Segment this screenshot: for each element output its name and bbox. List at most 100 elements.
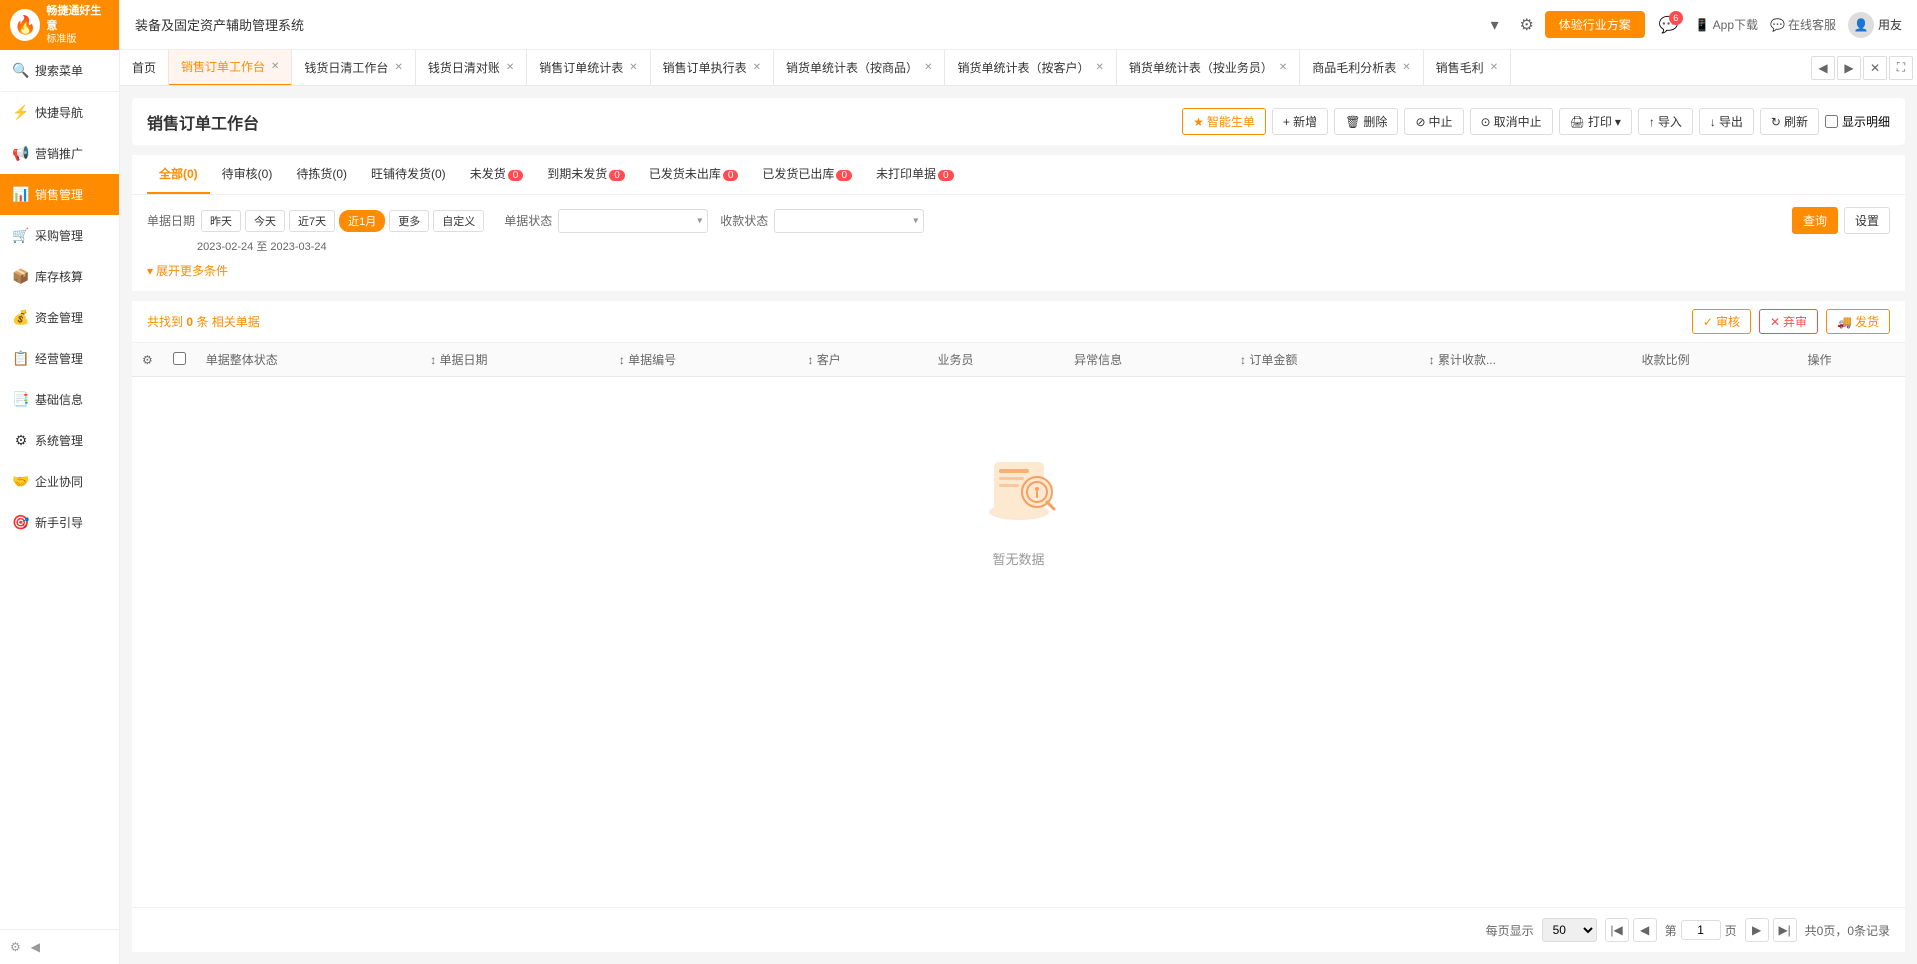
tab-sales-margin[interactable]: 销售毛利 ✕: [1424, 50, 1511, 86]
status-select[interactable]: [558, 209, 708, 233]
filter-settings-btn[interactable]: 设置: [1844, 207, 1890, 234]
date-yesterday-btn[interactable]: 昨天: [201, 210, 241, 232]
online-service-btn[interactable]: 💬 在线客服: [1770, 11, 1836, 39]
add-btn[interactable]: + 新增: [1272, 108, 1328, 135]
filter-tab-unprinted[interactable]: 未打印单据0: [864, 155, 966, 194]
tab-close-icon[interactable]: ✕: [924, 62, 932, 73]
tab-sales-order-workbench[interactable]: 销售订单工作台 ✕: [169, 50, 292, 86]
import-btn[interactable]: ↑ 导入: [1638, 108, 1693, 135]
tab-customer-stats[interactable]: 销货单统计表（按客户） ✕: [945, 50, 1116, 86]
truck-icon: 🚚: [1837, 315, 1852, 329]
page-input[interactable]: [1681, 920, 1721, 940]
suspend-btn[interactable]: ⊘ 中止: [1404, 108, 1463, 135]
message-icon[interactable]: 💬 6: [1655, 11, 1683, 39]
date-month-btn[interactable]: 近1月: [339, 210, 385, 232]
sidebar-item-purchase[interactable]: 🛒 采购管理: [0, 215, 119, 256]
query-btn[interactable]: 查询: [1792, 207, 1838, 234]
table-scroll[interactable]: ⚙ 单据整体状态 ↕ 单据日期 ↕ 单据编号 ↕ 客户: [132, 343, 1905, 907]
th-customer[interactable]: ↕ 客户: [797, 343, 927, 377]
th-date[interactable]: ↕ 单据日期: [420, 343, 609, 377]
tab-margin-analysis[interactable]: 商品毛利分析表 ✕: [1300, 50, 1423, 86]
tab-close-icon[interactable]: ✕: [506, 62, 514, 73]
filter-tab-all[interactable]: 全部(0): [147, 155, 210, 194]
tabs-close-all-btn[interactable]: ✕: [1863, 56, 1887, 80]
tabs-next-btn[interactable]: ▶: [1837, 56, 1861, 80]
print-btn[interactable]: 🖨 打印 ▾: [1559, 108, 1632, 135]
tab-close-icon[interactable]: ✕: [1402, 62, 1410, 73]
cancel-suspend-btn[interactable]: ⊙ 取消中止: [1470, 108, 1553, 135]
date-more-btn[interactable]: 更多: [389, 210, 429, 232]
cancel-suspend-icon: ⊙: [1481, 115, 1491, 129]
tabs-prev-btn[interactable]: ◀: [1811, 56, 1835, 80]
topbar: 装备及固定资产辅助管理系统 ▾ ⚙ 体验行业方案 💬 6 📱 App下载 💬 在…: [120, 0, 1917, 50]
review-btn[interactable]: ✓ 审核: [1692, 309, 1751, 334]
tab-close-icon[interactable]: ✕: [1490, 62, 1498, 73]
money-icon: 💰: [13, 310, 29, 326]
filter-tab-unshipped[interactable]: 未发货0: [458, 155, 536, 194]
th-number[interactable]: ↕ 单据编号: [609, 343, 798, 377]
page-actions: ★ 智能生单 + 新增 🗑 删除 ⊘ 中止 ⊙ 取消中止 🖨: [1182, 108, 1890, 135]
page-prev-btn[interactable]: ◀: [1633, 918, 1657, 942]
app-download-btn[interactable]: 📱 App下载: [1695, 11, 1758, 39]
tab-sales-stats[interactable]: 销货单统计表（按业务员） ✕: [1117, 50, 1300, 86]
settings-icon[interactable]: ⚙: [10, 940, 21, 954]
sidebar-item-guide[interactable]: 🎯 新手引导: [0, 502, 119, 543]
th-collected[interactable]: ↕ 累计收款...: [1419, 343, 1632, 377]
tab-stats[interactable]: 销售订单统计表 ✕: [527, 50, 650, 86]
filter-tab-shipped-not-out[interactable]: 已发货未出库0: [637, 155, 751, 194]
th-settings[interactable]: ⚙: [132, 343, 163, 377]
sidebar-item-inventory[interactable]: 📦 库存核算: [0, 256, 119, 297]
tab-close-icon[interactable]: ✕: [271, 61, 279, 72]
filter-tab-shop-pending[interactable]: 旺铺待发货(0): [359, 155, 458, 194]
collapse-icon[interactable]: ◀: [31, 940, 40, 954]
th-amount[interactable]: ↕ 订单金额: [1230, 343, 1419, 377]
tabs-fullscreen-btn[interactable]: ⛶: [1889, 56, 1913, 80]
tab-close-icon[interactable]: ✕: [753, 62, 761, 73]
export-btn[interactable]: ↓ 导出: [1699, 108, 1754, 135]
sidebar-item-operations[interactable]: 📋 经营管理: [0, 338, 119, 379]
delete-btn[interactable]: 🗑 删除: [1334, 108, 1398, 135]
sidebar-item-system[interactable]: ⚙ 系统管理: [0, 420, 119, 461]
sidebar-item-sales[interactable]: 📊 销售管理: [0, 174, 119, 215]
page-next-btn[interactable]: ▶: [1745, 918, 1769, 942]
delete-icon: 🗑: [1345, 115, 1360, 129]
tab-home[interactable]: 首页: [120, 50, 169, 86]
smart-create-btn[interactable]: ★ 智能生单: [1182, 108, 1266, 135]
refresh-btn[interactable]: ↻ 刷新: [1760, 108, 1819, 135]
date-7days-btn[interactable]: 近7天: [289, 210, 335, 232]
tab-product-stats[interactable]: 销货单统计表（按商品） ✕: [774, 50, 945, 86]
date-today-btn[interactable]: 今天: [245, 210, 285, 232]
settings-icon[interactable]: ⚙: [1513, 11, 1541, 39]
tab-exec[interactable]: 销售订单执行表 ✕: [651, 50, 774, 86]
page-last-btn[interactable]: ▶|: [1773, 918, 1797, 942]
tab-reconcile[interactable]: 钱货日清对账 ✕: [416, 50, 527, 86]
system-dropdown-icon[interactable]: ▾: [1481, 11, 1509, 39]
filter-tab-shipped-out[interactable]: 已发货已出库0: [750, 155, 864, 194]
date-custom-btn[interactable]: 自定义: [433, 210, 484, 232]
trial-btn[interactable]: 体验行业方案: [1545, 11, 1645, 38]
sidebar-item-basic-info[interactable]: 📑 基础信息: [0, 379, 119, 420]
tab-close-icon[interactable]: ✕: [629, 62, 637, 73]
sidebar-item-search[interactable]: 🔍 搜索菜单: [0, 50, 119, 92]
filter-tab-pending-review[interactable]: 待审核(0): [210, 155, 285, 194]
th-checkbox[interactable]: [163, 343, 196, 377]
page-size-select[interactable]: 10 20 50 100: [1542, 918, 1597, 942]
date-filter-label: 单据日期: [147, 212, 195, 229]
filter-tab-pending-pick[interactable]: 待拣货(0): [284, 155, 359, 194]
tab-close-icon[interactable]: ✕: [1279, 62, 1287, 73]
sidebar-item-collab[interactable]: 🤝 企业协同: [0, 461, 119, 502]
sidebar-item-quicknav[interactable]: ⚡ 快捷导航: [0, 92, 119, 133]
user-menu[interactable]: 👤 用友: [1848, 12, 1902, 38]
sidebar-item-marketing[interactable]: 📢 营销推广: [0, 133, 119, 174]
tab-daily-clear[interactable]: 钱货日清工作台 ✕: [292, 50, 415, 86]
filter-tab-overdue-unshipped[interactable]: 到期未发货0: [535, 155, 637, 194]
show-detail-checkbox[interactable]: 显示明细: [1825, 113, 1890, 130]
ship-btn[interactable]: 🚚 发货: [1826, 309, 1890, 334]
page-first-btn[interactable]: |◀: [1605, 918, 1629, 942]
sidebar-item-finance[interactable]: 💰 资金管理: [0, 297, 119, 338]
expand-filters-btn[interactable]: ▾ 展开更多条件: [147, 262, 1890, 279]
tab-close-icon[interactable]: ✕: [394, 62, 402, 73]
payment-select[interactable]: [774, 209, 924, 233]
cancel-review-btn[interactable]: ✕ 弃审: [1759, 309, 1818, 334]
tab-close-icon[interactable]: ✕: [1095, 62, 1103, 73]
